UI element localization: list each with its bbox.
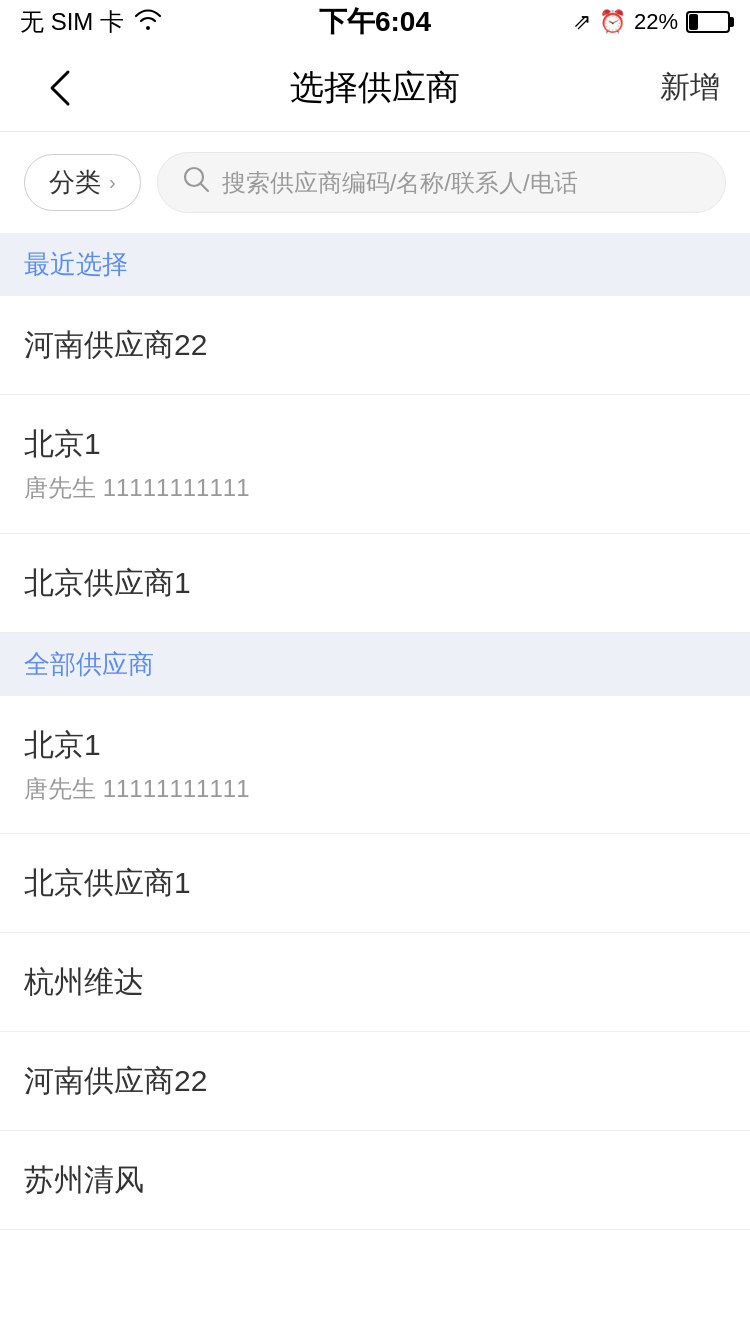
all-list-item[interactable]: 河南供应商22 xyxy=(0,1032,750,1131)
item-name: 河南供应商22 xyxy=(24,1060,726,1102)
category-button[interactable]: 分类 › xyxy=(24,154,141,211)
item-detail: 唐先生 11111111111 xyxy=(24,471,726,505)
all-section-header: 全部供应商 xyxy=(0,633,750,696)
recent-items-list: 河南供应商22 北京1 唐先生 11111111111 北京供应商1 xyxy=(0,296,750,633)
item-name: 河南供应商22 xyxy=(24,324,726,366)
item-detail: 唐先生 11111111111 xyxy=(24,772,726,806)
recent-section-header: 最近选择 xyxy=(0,233,750,296)
item-name: 杭州维达 xyxy=(24,961,726,1003)
search-placeholder: 搜索供应商编码/名称/联系人/电话 xyxy=(222,167,578,199)
category-label: 分类 xyxy=(49,165,101,200)
recent-section-label: 最近选择 xyxy=(24,249,128,279)
all-list-item[interactable]: 杭州维达 xyxy=(0,933,750,1032)
item-name: 北京供应商1 xyxy=(24,862,726,904)
no-sim-text: 无 SIM 卡 xyxy=(20,6,124,38)
battery-icon xyxy=(686,11,730,33)
back-button[interactable] xyxy=(30,68,90,108)
recent-list-item[interactable]: 河南供应商22 xyxy=(0,296,750,395)
alarm-icon: ⏰ xyxy=(599,9,626,35)
item-name: 北京1 xyxy=(24,724,726,766)
item-name: 苏州清风 xyxy=(24,1159,726,1201)
status-right: ⇗ ⏰ 22% xyxy=(573,9,730,35)
search-icon xyxy=(182,165,210,200)
item-name: 北京供应商1 xyxy=(24,562,726,604)
all-items-list: 北京1 唐先生 11111111111 北京供应商1 杭州维达河南供应商22 苏州清风 xyxy=(0,696,750,1231)
all-list-item[interactable]: 北京供应商1 xyxy=(0,834,750,933)
all-list-item[interactable]: 苏州清风 xyxy=(0,1131,750,1230)
all-section-label: 全部供应商 xyxy=(24,649,154,679)
battery-percent: 22% xyxy=(634,9,678,35)
status-bar: 无 SIM 卡 下午6:04 ⇗ ⏰ 22% xyxy=(0,0,750,44)
chevron-right-icon: › xyxy=(109,171,116,194)
add-button[interactable]: 新增 xyxy=(660,67,720,108)
item-name: 北京1 xyxy=(24,423,726,465)
page-title: 选择供应商 xyxy=(90,65,660,111)
status-left: 无 SIM 卡 xyxy=(20,6,162,38)
all-list-item[interactable]: 北京1 唐先生 11111111111 xyxy=(0,696,750,835)
filter-bar: 分类 › 搜索供应商编码/名称/联系人/电话 xyxy=(0,132,750,233)
nav-bar: 选择供应商 新增 xyxy=(0,44,750,132)
status-time: 下午6:04 xyxy=(319,3,431,41)
search-box[interactable]: 搜索供应商编码/名称/联系人/电话 xyxy=(157,152,726,213)
recent-list-item[interactable]: 北京供应商1 xyxy=(0,534,750,633)
recent-list-item[interactable]: 北京1 唐先生 11111111111 xyxy=(0,395,750,534)
wifi-icon xyxy=(134,8,162,36)
location-icon: ⇗ xyxy=(573,9,591,35)
